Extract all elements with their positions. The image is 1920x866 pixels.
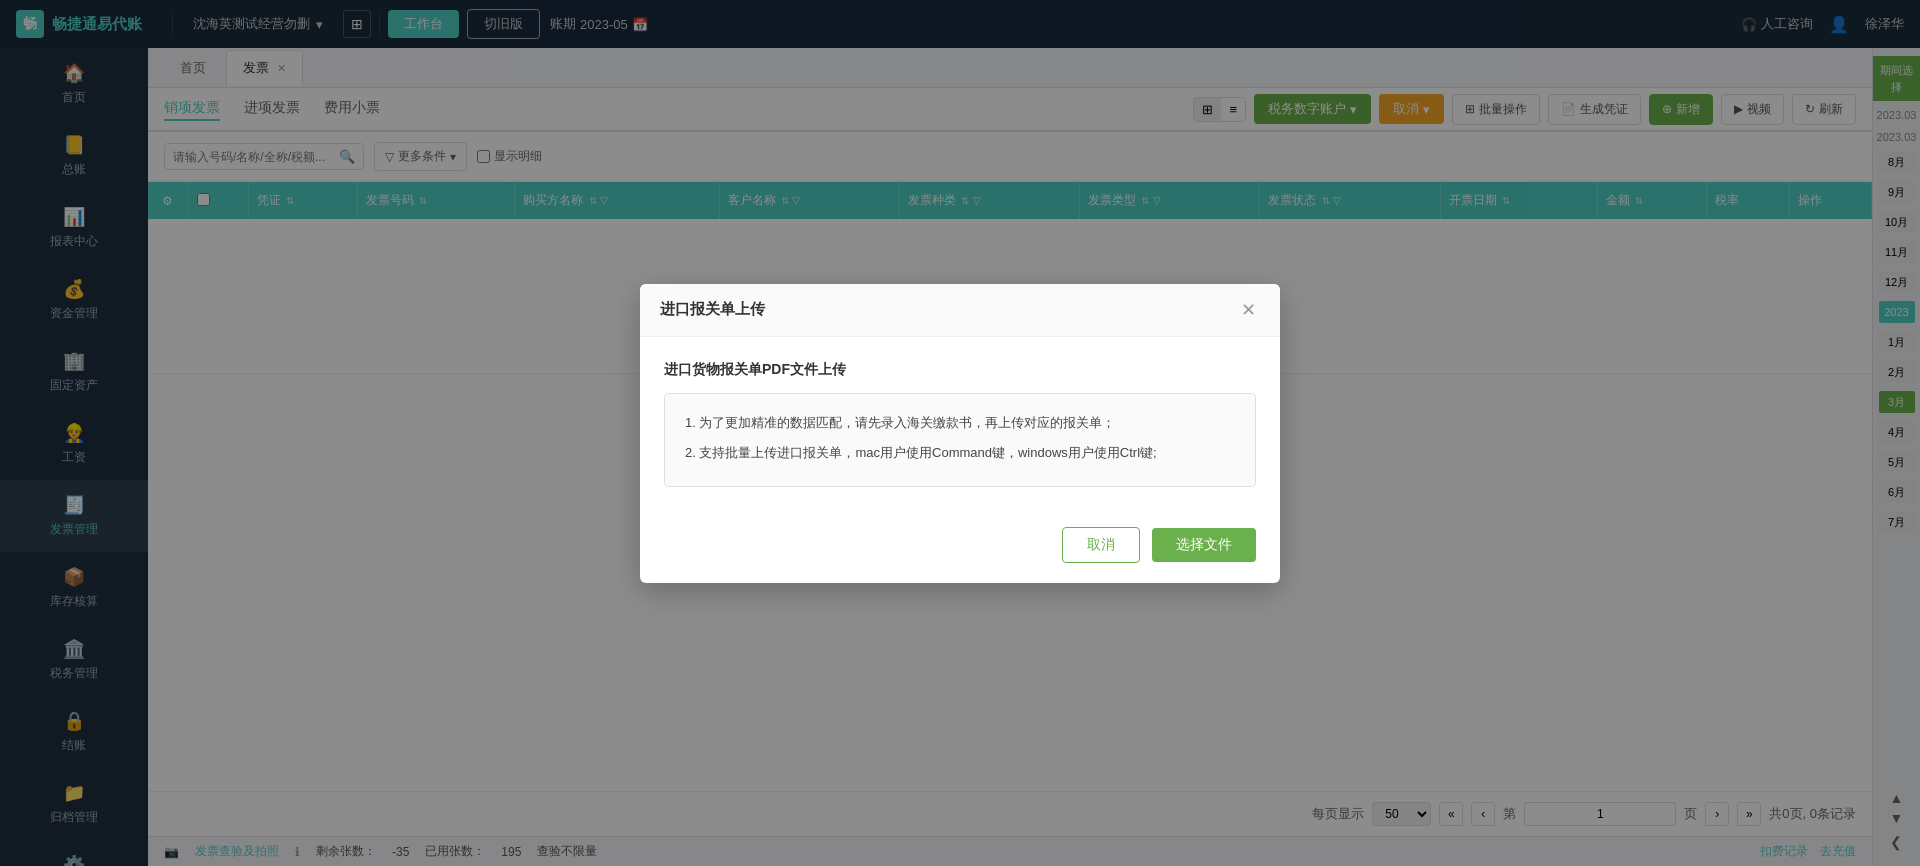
dialog-body: 进口货物报关单PDF文件上传 1. 为了更加精准的数据匹配，请先录入海关缴款书，… bbox=[640, 337, 1280, 511]
dialog-cancel-button[interactable]: 取消 bbox=[1062, 527, 1140, 563]
dialog-info-line-2: 2. 支持批量上传进口报关单，mac用户使用Command键，windows用户… bbox=[685, 440, 1235, 466]
dialog-close-button[interactable]: ✕ bbox=[1236, 298, 1260, 322]
dialog-confirm-button[interactable]: 选择文件 bbox=[1152, 528, 1256, 562]
dialog-footer: 取消 选择文件 bbox=[640, 511, 1280, 583]
dialog-overlay[interactable]: 进口报关单上传 ✕ 进口货物报关单PDF文件上传 1. 为了更加精准的数据匹配，… bbox=[0, 0, 1920, 866]
upload-dialog: 进口报关单上传 ✕ 进口货物报关单PDF文件上传 1. 为了更加精准的数据匹配，… bbox=[640, 284, 1280, 583]
dialog-info-line-1: 1. 为了更加精准的数据匹配，请先录入海关缴款书，再上传对应的报关单； bbox=[685, 410, 1235, 436]
dialog-header: 进口报关单上传 ✕ bbox=[640, 284, 1280, 337]
dialog-info-box: 1. 为了更加精准的数据匹配，请先录入海关缴款书，再上传对应的报关单； 2. 支… bbox=[664, 393, 1256, 487]
dialog-section-title: 进口货物报关单PDF文件上传 bbox=[664, 361, 1256, 379]
close-icon: ✕ bbox=[1241, 299, 1256, 321]
dialog-title: 进口报关单上传 bbox=[660, 300, 765, 319]
